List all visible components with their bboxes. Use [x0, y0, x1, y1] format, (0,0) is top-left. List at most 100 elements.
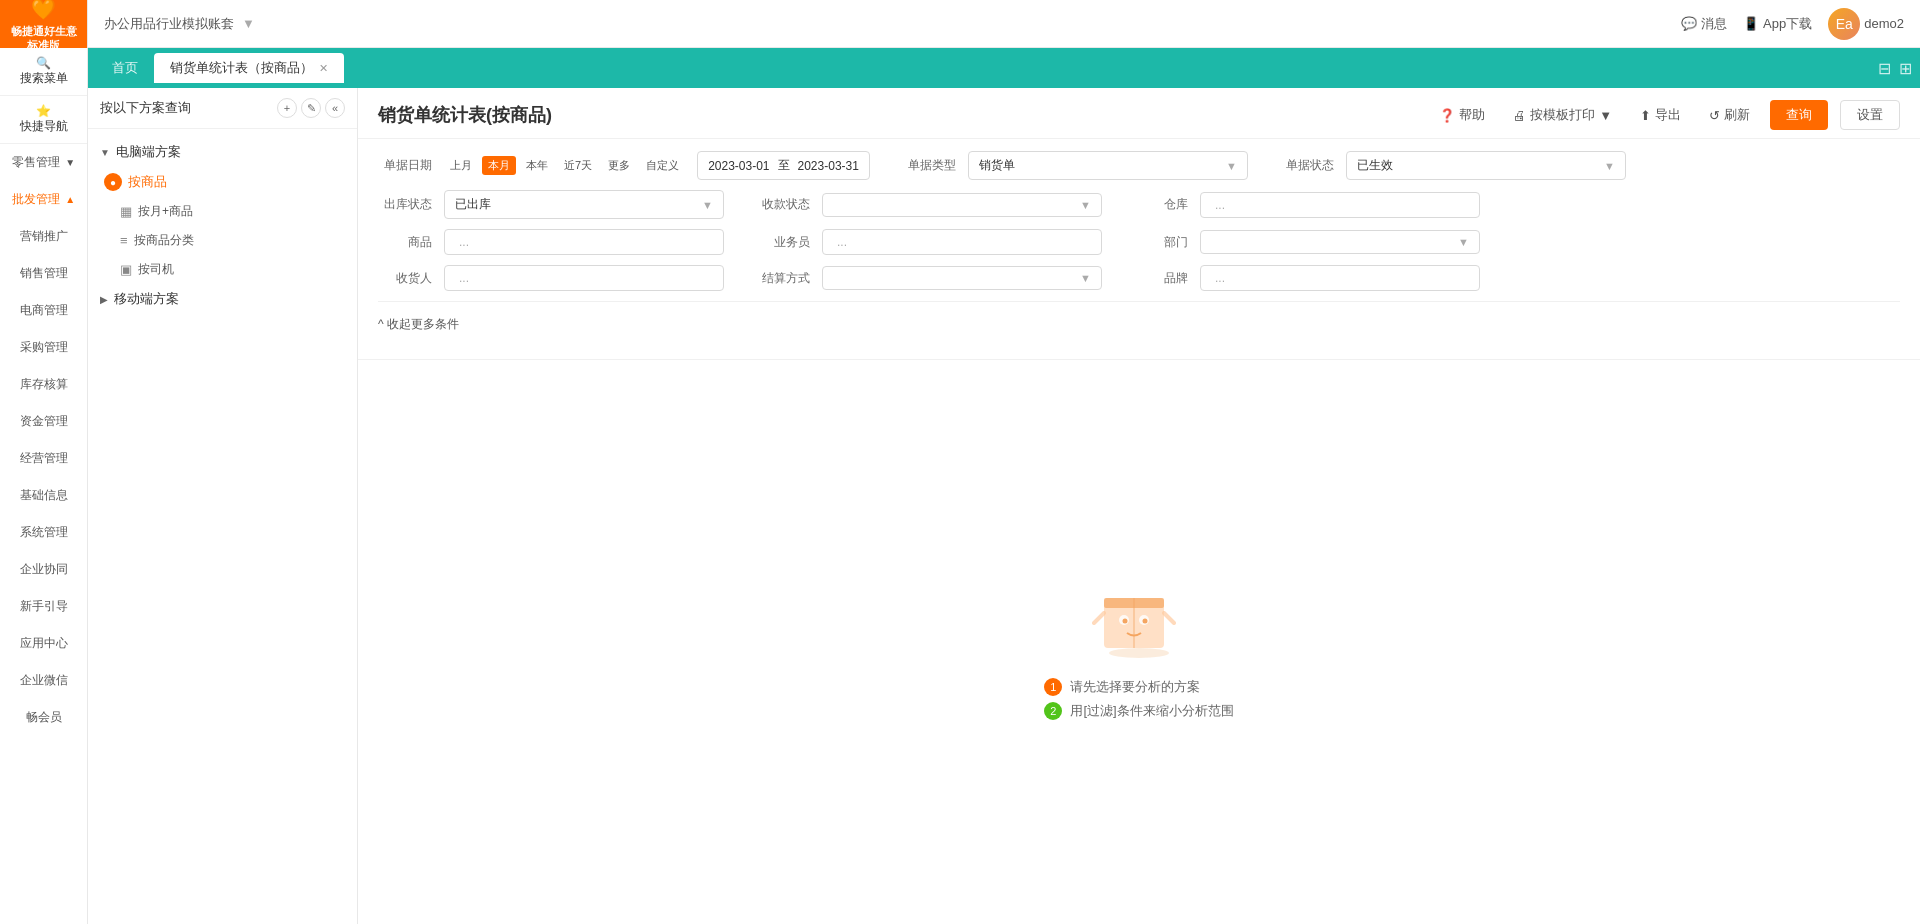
- topbar-actions: 💬 消息 📱 App下载 Ea demo2: [1681, 8, 1904, 40]
- collapse-button[interactable]: ^ 收起更多条件: [378, 308, 1900, 341]
- refresh-button[interactable]: ↺ 刷新: [1701, 102, 1758, 128]
- warehouse-dots[interactable]: ...: [1211, 198, 1229, 212]
- app-download-button[interactable]: 📱 App下载: [1743, 15, 1812, 33]
- sidebar-item-quick-nav[interactable]: ⭐ 快捷导航: [0, 96, 87, 144]
- quick-nav-label: 快捷导航: [6, 118, 81, 135]
- this-year-btn[interactable]: 本年: [520, 156, 554, 175]
- salesman-dots[interactable]: ...: [833, 235, 851, 249]
- brand-input[interactable]: ...: [1200, 265, 1480, 291]
- brand-dots[interactable]: ...: [1211, 271, 1229, 285]
- app-logo: 🧡 畅捷通好生意 标准版: [0, 0, 87, 48]
- user-profile[interactable]: Ea demo2: [1828, 8, 1904, 40]
- tab-home[interactable]: 首页: [96, 53, 154, 83]
- member-label: 畅会员: [6, 709, 81, 726]
- goods-dots[interactable]: ...: [455, 235, 473, 249]
- date-from: 2023-03-01: [708, 159, 769, 173]
- edit-scheme-button[interactable]: ✎: [301, 98, 321, 118]
- empty-step-1: 1 请先选择要分析的方案: [1044, 678, 1233, 696]
- filter-row-2: 出库状态 已出库 ▼ 收款状态 ▼ 仓库 ...: [378, 190, 1900, 219]
- sidebar-item-wechat[interactable]: 企业微信: [0, 662, 87, 699]
- sidebar-item-purchase[interactable]: 采购管理: [0, 329, 87, 366]
- scheme-by-goods[interactable]: ● 按商品: [88, 167, 357, 197]
- warehouse-input[interactable]: ...: [1200, 192, 1480, 218]
- more-btn[interactable]: 更多: [602, 156, 636, 175]
- sidebar-item-guide[interactable]: 新手引导: [0, 588, 87, 625]
- type-value: 销货单: [979, 157, 1015, 174]
- operations-label: 经营管理: [6, 450, 81, 467]
- tab-collapse-button[interactable]: ⊟: [1878, 59, 1891, 78]
- app-download-label: App下载: [1763, 15, 1812, 33]
- collapse-row: ^ 收起更多条件: [378, 301, 1900, 347]
- filter-area: 单据日期 上月 本月 本年 近7天 更多 自定义 2023-03-01 至 20…: [358, 139, 1920, 360]
- custom-btn[interactable]: 自定义: [640, 156, 685, 175]
- scheme-by-category[interactable]: ≡ 按商品分类: [88, 226, 357, 255]
- sidebar-item-wholesale[interactable]: 批发管理 ▲: [0, 181, 87, 218]
- out-status-select[interactable]: 已出库 ▼: [444, 190, 724, 219]
- add-scheme-button[interactable]: +: [277, 98, 297, 118]
- sidebar-item-inventory[interactable]: 库存核算: [0, 366, 87, 403]
- scheme-by-month-goods[interactable]: ▦ 按月+商品: [88, 197, 357, 226]
- out-status-arrow: ▼: [702, 199, 713, 211]
- svg-line-8: [1164, 613, 1174, 623]
- box-icon: ▣: [120, 262, 132, 277]
- grid-icon: ▦: [120, 204, 132, 219]
- empty-illustration: [1089, 558, 1189, 658]
- settings-button[interactable]: 设置: [1840, 100, 1900, 130]
- type-dropdown-arrow: ▼: [1226, 160, 1237, 172]
- export-button[interactable]: ⬆ 导出: [1632, 102, 1689, 128]
- apps-label: 应用中心: [6, 635, 81, 652]
- tree-label-pc: 电脑端方案: [116, 143, 181, 161]
- query-button[interactable]: 查询: [1770, 100, 1828, 130]
- tab-expand-button[interactable]: ⊞: [1899, 59, 1912, 78]
- date-range-input[interactable]: 2023-03-01 至 2023-03-31: [697, 151, 870, 180]
- receiver-label: 收货人: [378, 270, 432, 287]
- receiver-input[interactable]: ...: [444, 265, 724, 291]
- sidebar-item-member[interactable]: 畅会员: [0, 699, 87, 736]
- left-panel-icons: + ✎ «: [277, 98, 345, 118]
- tree-parent-mobile[interactable]: ▶ 移动端方案: [88, 284, 357, 314]
- status-select[interactable]: 已生效 ▼: [1346, 151, 1626, 180]
- tabbar: 首页 销货单统计表（按商品） ✕ ⊟ ⊞: [88, 48, 1920, 88]
- sidebar-item-system[interactable]: 系统管理: [0, 514, 87, 551]
- download-icon: 📱: [1743, 16, 1759, 31]
- receipt-status-select[interactable]: ▼: [822, 193, 1102, 217]
- last-month-btn[interactable]: 上月: [444, 156, 478, 175]
- type-select[interactable]: 销货单 ▼: [968, 151, 1248, 180]
- sidebar-item-sales[interactable]: 销售管理: [0, 255, 87, 292]
- salesman-input[interactable]: ...: [822, 229, 1102, 255]
- help-button[interactable]: ❓ 帮助: [1431, 102, 1493, 128]
- date-quick-buttons: 上月 本月 本年 近7天 更多 自定义: [444, 156, 685, 175]
- tree-label-mobile: 移动端方案: [114, 290, 179, 308]
- scheme-by-driver[interactable]: ▣ 按司机: [88, 255, 357, 284]
- sidebar-item-finance[interactable]: 资金管理: [0, 403, 87, 440]
- sidebar-item-apps[interactable]: 应用中心: [0, 625, 87, 662]
- warehouse-label: 仓库: [1134, 196, 1188, 213]
- dept-arrow: ▼: [1458, 236, 1469, 248]
- receiver-dots[interactable]: ...: [455, 271, 473, 285]
- payment-select[interactable]: ▼: [822, 266, 1102, 290]
- page-actions: ❓ 帮助 🖨 按模板打印 ▼ ⬆ 导出 ↺ 刷新: [1431, 100, 1900, 130]
- dept-select[interactable]: ▼: [1200, 230, 1480, 254]
- tree-parent-pc[interactable]: ▼ 电脑端方案: [88, 137, 357, 167]
- sidebar-item-operations[interactable]: 经营管理: [0, 440, 87, 477]
- this-month-btn[interactable]: 本月: [482, 156, 516, 175]
- sidebar-item-search[interactable]: 🔍 搜索菜单: [0, 48, 87, 96]
- sidebar-item-retail[interactable]: 零售管理 ▼: [0, 144, 87, 181]
- collapse-panel-button[interactable]: «: [325, 98, 345, 118]
- tab-active[interactable]: 销货单统计表（按商品） ✕: [154, 53, 344, 83]
- sidebar-item-ecommerce[interactable]: 电商管理: [0, 292, 87, 329]
- list-icon: ≡: [120, 233, 128, 248]
- print-button[interactable]: 🖨 按模板打印 ▼: [1505, 102, 1620, 128]
- sidebar-item-enterprise[interactable]: 企业协同: [0, 551, 87, 588]
- goods-input[interactable]: ...: [444, 229, 724, 255]
- dept-label: 部门: [1134, 234, 1188, 251]
- sidebar-item-basic[interactable]: 基础信息: [0, 477, 87, 514]
- last7-btn[interactable]: 近7天: [558, 156, 598, 175]
- topbar: 办公用品行业模拟账套 ▼ 💬 消息 📱 App下载 Ea demo2: [88, 0, 1920, 48]
- step-1-icon: 1: [1044, 678, 1062, 696]
- salesman-label: 业务员: [756, 234, 810, 251]
- messages-button[interactable]: 💬 消息: [1681, 15, 1727, 33]
- tab-close-icon[interactable]: ✕: [319, 62, 328, 75]
- sidebar-item-marketing[interactable]: 营销推广: [0, 218, 87, 255]
- filter-row-1: 单据日期 上月 本月 本年 近7天 更多 自定义 2023-03-01 至 20…: [378, 151, 1900, 180]
